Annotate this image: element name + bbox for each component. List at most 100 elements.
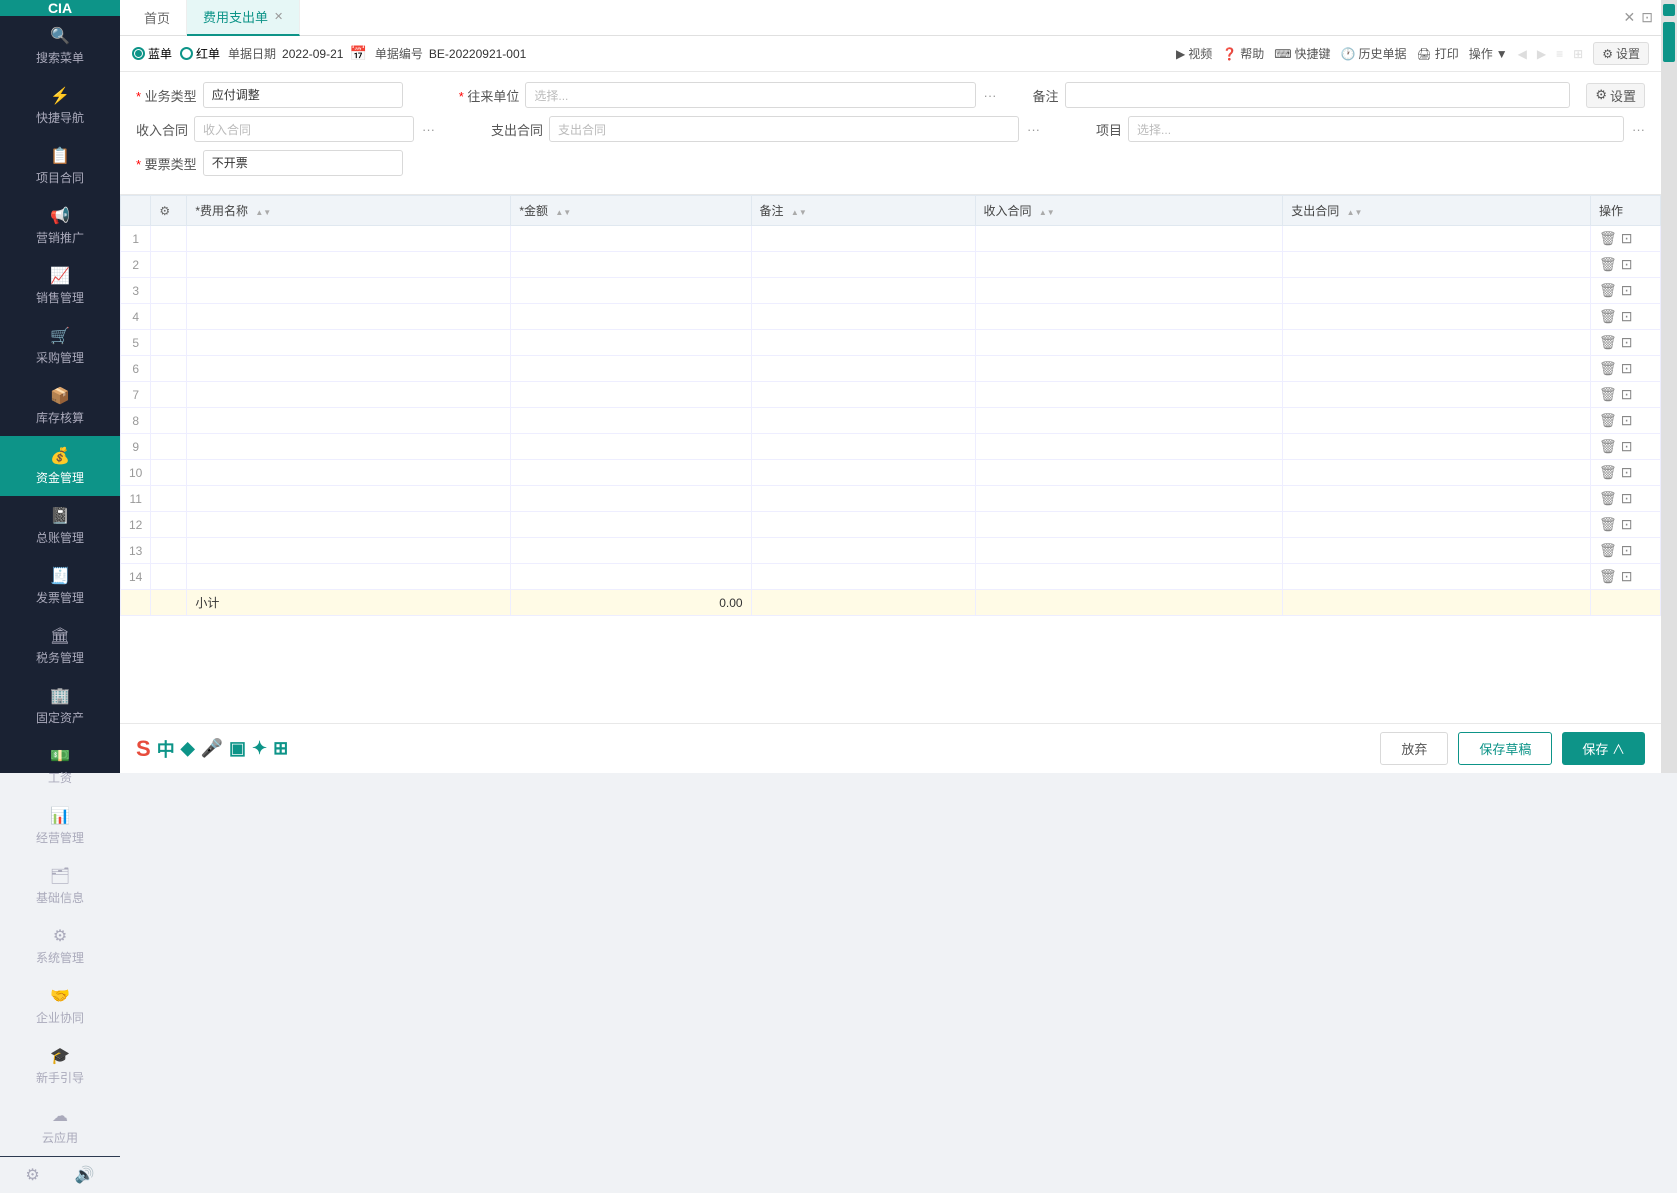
row-income-contract[interactable] (975, 278, 1283, 304)
row-expense-name[interactable] (187, 382, 511, 408)
sidebar-item-purchase[interactable]: 🛒 采购管理 (0, 316, 120, 376)
row-note[interactable] (751, 252, 975, 278)
row-note[interactable] (751, 278, 975, 304)
row-expense-name[interactable] (187, 460, 511, 486)
row-expense-name[interactable] (187, 330, 511, 356)
copy-row-icon[interactable]: ⊡ (1621, 490, 1633, 507)
row-note[interactable] (751, 434, 975, 460)
row-income-contract[interactable] (975, 252, 1283, 278)
row-income-contract[interactable] (975, 460, 1283, 486)
set-button[interactable]: ⚙ 设置 (1593, 42, 1649, 65)
row-amount[interactable] (511, 304, 751, 330)
row-expense-name[interactable] (187, 408, 511, 434)
delete-row-icon[interactable]: 🗑 (1599, 386, 1617, 403)
biz-type-select[interactable]: 应付调整 (203, 82, 403, 108)
sidebar-item-ops[interactable]: 📊 经营管理 (0, 796, 120, 856)
row-income-contract[interactable] (975, 512, 1283, 538)
copy-row-icon[interactable]: ⊡ (1621, 256, 1633, 273)
row-income-contract[interactable] (975, 304, 1283, 330)
sidebar-item-assets[interactable]: 🏢 固定资产 (0, 676, 120, 736)
row-expense-name[interactable] (187, 538, 511, 564)
row-expense-contract[interactable] (1283, 512, 1591, 538)
income-contract-input[interactable]: 收入合同 (194, 116, 414, 142)
calendar-icon[interactable]: 📅 (349, 45, 366, 62)
row-amount[interactable] (511, 382, 751, 408)
sidebar-item-capital[interactable]: 💰 资金管理 (0, 436, 120, 496)
delete-row-icon[interactable]: 🗑 (1599, 464, 1617, 481)
table-settings-icon[interactable]: ⚙ (159, 204, 170, 218)
row-expense-name[interactable] (187, 512, 511, 538)
invoice-type-select[interactable]: 不开票 (203, 150, 403, 176)
tab-expense[interactable]: 费用支出单 ✕ (187, 0, 300, 36)
delete-row-icon[interactable]: 🗑 (1599, 516, 1617, 533)
sidebar-item-ledger[interactable]: 📓 总账管理 (0, 496, 120, 556)
th-settings[interactable]: ⚙ (151, 196, 187, 226)
sidebar-item-search[interactable]: 🔍 搜索菜单 (0, 16, 120, 76)
sort-income-icon[interactable]: ▲▼ (1039, 209, 1055, 217)
sidebar-item-cloud[interactable]: ☁ 云应用 (0, 1096, 120, 1156)
red-single-radio[interactable]: 红单 (180, 45, 220, 62)
row-note[interactable] (751, 564, 975, 590)
row-income-contract[interactable] (975, 226, 1283, 252)
attach-tab[interactable] (1663, 4, 1675, 16)
delete-row-icon[interactable]: 🗑 (1599, 334, 1617, 351)
row-amount[interactable] (511, 512, 751, 538)
save-button[interactable]: 保存 ∧ (1562, 732, 1645, 765)
row-note[interactable] (751, 356, 975, 382)
copy-row-icon[interactable]: ⊡ (1621, 282, 1633, 299)
row-income-contract[interactable] (975, 486, 1283, 512)
sidebar-item-tax[interactable]: 🏛 税务管理 (0, 616, 120, 676)
row-amount[interactable] (511, 330, 751, 356)
row-expense-contract[interactable] (1283, 564, 1591, 590)
note-input[interactable] (1065, 82, 1571, 108)
row-amount[interactable] (511, 538, 751, 564)
row-expense-contract[interactable] (1283, 226, 1591, 252)
row-expense-contract[interactable] (1283, 252, 1591, 278)
delete-row-icon[interactable]: 🗑 (1599, 256, 1617, 273)
counterpart-more-icon[interactable]: ··· (984, 88, 997, 103)
row-amount[interactable] (511, 226, 751, 252)
volume-icon[interactable]: 🔊 (75, 1165, 95, 1185)
row-expense-contract[interactable] (1283, 486, 1591, 512)
row-amount[interactable] (511, 408, 751, 434)
row-income-contract[interactable] (975, 434, 1283, 460)
sidebar-item-salary[interactable]: 💵 工资 (0, 736, 120, 796)
row-income-contract[interactable] (975, 564, 1283, 590)
set-right-button[interactable]: ⚙ 设置 (1586, 83, 1645, 108)
row-income-contract[interactable] (975, 408, 1283, 434)
copy-row-icon[interactable]: ⊡ (1621, 516, 1633, 533)
sidebar-item-system[interactable]: ⚙ 系统管理 (0, 916, 120, 976)
window-restore-icon[interactable]: ⊡ (1641, 9, 1653, 26)
copy-row-icon[interactable]: ⊡ (1621, 412, 1633, 429)
row-amount[interactable] (511, 486, 751, 512)
copy-row-icon[interactable]: ⊡ (1621, 464, 1633, 481)
row-note[interactable] (751, 486, 975, 512)
row-note[interactable] (751, 382, 975, 408)
row-expense-contract[interactable] (1283, 356, 1591, 382)
discard-button[interactable]: 放弃 (1380, 732, 1448, 765)
row-expense-name[interactable] (187, 486, 511, 512)
sidebar-item-quicknav[interactable]: ⚡ 快捷导航 (0, 76, 120, 136)
print-action[interactable]: 🖨 打印 (1417, 45, 1459, 62)
row-income-contract[interactable] (975, 538, 1283, 564)
sidebar-item-corp[interactable]: 🤝 企业协同 (0, 976, 120, 1036)
copy-row-icon[interactable]: ⊡ (1621, 230, 1633, 247)
delete-row-icon[interactable]: 🗑 (1599, 308, 1617, 325)
row-expense-contract[interactable] (1283, 434, 1591, 460)
delete-row-icon[interactable]: 🗑 (1599, 490, 1617, 507)
tab-home[interactable]: 首页 (128, 0, 187, 36)
copy-row-icon[interactable]: ⊡ (1621, 334, 1633, 351)
row-expense-contract[interactable] (1283, 408, 1591, 434)
sidebar-item-basic[interactable]: 🗂 基础信息 (0, 856, 120, 916)
counterpart-input[interactable]: 选择... (525, 82, 975, 108)
expense-contract-more[interactable]: ··· (1027, 122, 1040, 137)
row-amount[interactable] (511, 460, 751, 486)
sidebar-item-newbie[interactable]: 🎓 新手引导 (0, 1036, 120, 1096)
tab-close-icon[interactable]: ✕ (274, 10, 283, 23)
row-amount[interactable] (511, 252, 751, 278)
copy-row-icon[interactable]: ⊡ (1621, 438, 1633, 455)
row-expense-name[interactable] (187, 356, 511, 382)
row-income-contract[interactable] (975, 330, 1283, 356)
video-action[interactable]: ▶ 视频 (1176, 45, 1212, 62)
sidebar-item-project[interactable]: 📋 项目合同 (0, 136, 120, 196)
